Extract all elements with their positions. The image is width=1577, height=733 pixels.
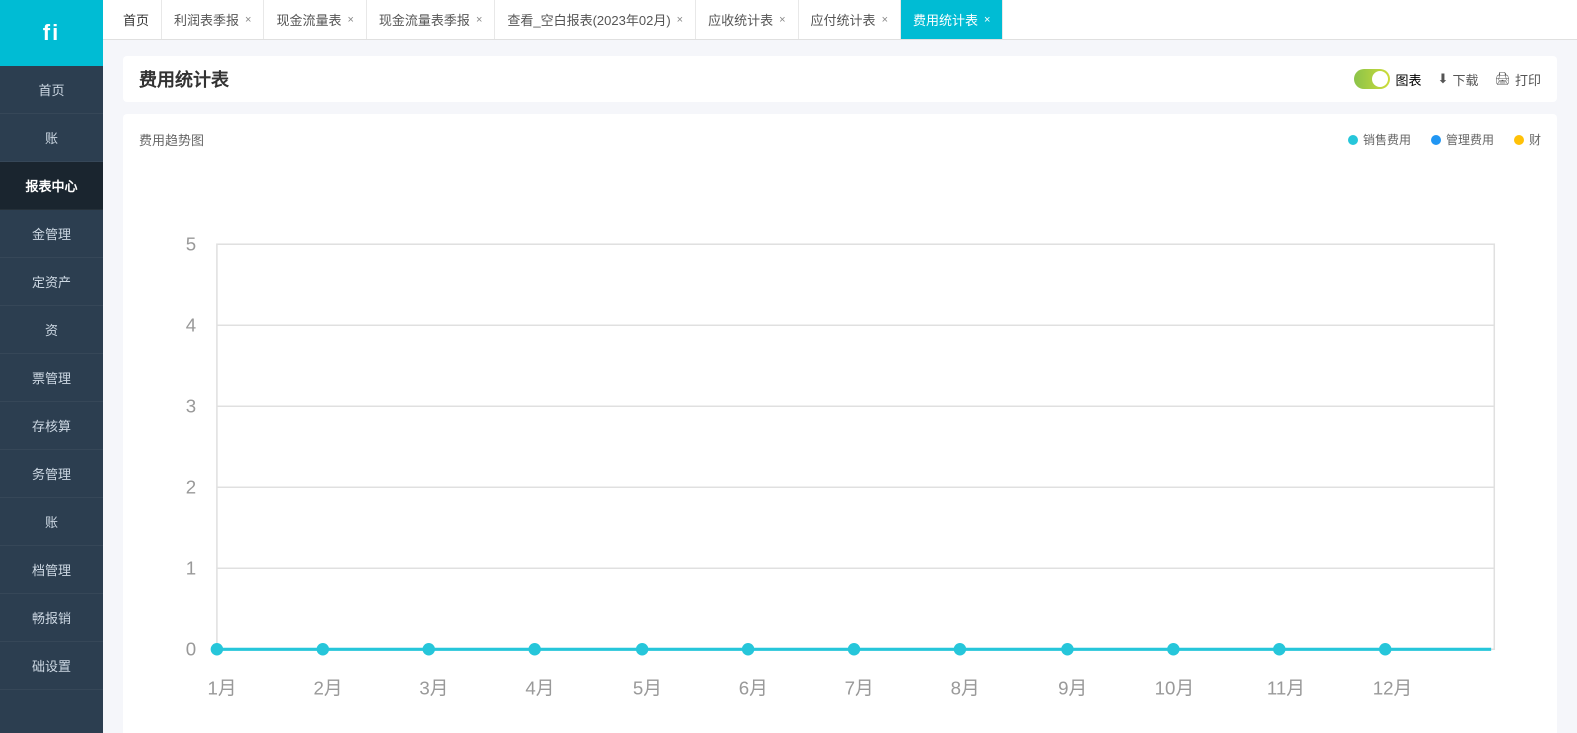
download-icon: ⬇	[1438, 71, 1449, 87]
sidebar-item-account[interactable]: 账	[0, 114, 103, 162]
close-tab-profit-quarterly[interactable]: ×	[245, 14, 251, 26]
svg-text:4月: 4月	[525, 677, 554, 698]
sidebar-item-books[interactable]: 账	[0, 498, 103, 546]
sidebar-item-inventory[interactable]: 存核算	[0, 402, 103, 450]
tab-blank-report[interactable]: 查看_空白报表(2023年02月) ×	[495, 0, 696, 40]
tab-cashflow-quarterly[interactable]: 现金流量表季报 ×	[367, 0, 495, 40]
svg-text:2月: 2月	[313, 677, 342, 698]
svg-text:12月: 12月	[1373, 677, 1412, 698]
svg-text:6月: 6月	[739, 677, 768, 698]
svg-text:3月: 3月	[419, 677, 448, 698]
legend-dot-sales	[1348, 135, 1358, 145]
header-actions: 图表 ⬇ 下载 🖨 打印	[1354, 69, 1541, 89]
chart-toggle-label: 图表	[1396, 70, 1422, 89]
svg-text:10月: 10月	[1155, 677, 1194, 698]
svg-text:8月: 8月	[951, 677, 980, 698]
sidebar-item-home[interactable]: 首页	[0, 66, 103, 114]
legend-sales: 销售费用	[1348, 131, 1411, 148]
chart-legend: 销售费用 管理费用 财	[1348, 131, 1541, 148]
svg-text:1月: 1月	[208, 677, 237, 698]
svg-text:4: 4	[186, 314, 196, 335]
close-tab-expense[interactable]: ×	[984, 14, 990, 26]
chart-title: 费用趋势图	[139, 130, 204, 149]
svg-text:1: 1	[186, 557, 196, 578]
page-title: 费用统计表	[139, 66, 229, 92]
close-tab-payable[interactable]: ×	[882, 14, 888, 26]
sidebar-item-cash[interactable]: 金管理	[0, 210, 103, 258]
download-label: 下载	[1452, 70, 1478, 89]
page-content: 费用统计表 图表 ⬇ 下载 🖨 打印 费用趋势图	[103, 40, 1577, 733]
legend-dot-finance	[1514, 135, 1524, 145]
sidebar-item-reports[interactable]: 报表中心	[0, 162, 103, 210]
main-content: 首页 利润表季报 × 现金流量表 × 现金流量表季报 × 查看_空白报表(202…	[103, 0, 1577, 733]
sidebar: fi 首页 账 报表中心 金管理 定资产 资 票管理 存核算 务管理 账 档管理…	[0, 0, 103, 733]
download-button[interactable]: ⬇ 下载	[1438, 70, 1479, 89]
sidebar-item-archive[interactable]: 档管理	[0, 546, 103, 594]
legend-dot-admin	[1431, 135, 1441, 145]
tab-home[interactable]: 首页	[111, 0, 162, 40]
sidebar-item-settings[interactable]: 础设置	[0, 642, 103, 690]
tab-receivable[interactable]: 应收统计表 ×	[696, 0, 798, 40]
print-icon: 🖨	[1494, 71, 1511, 87]
svg-text:11月: 11月	[1267, 677, 1305, 698]
svg-text:7月: 7月	[845, 677, 874, 698]
legend-label-admin: 管理费用	[1446, 131, 1494, 148]
chart-toggle-group: 图表	[1354, 69, 1422, 89]
sidebar-item-salary[interactable]: 资	[0, 306, 103, 354]
chart-header: 费用趋势图 销售费用 管理费用 财	[139, 130, 1541, 149]
sidebar-item-expense[interactable]: 畅报销	[0, 594, 103, 642]
chart-toggle[interactable]	[1354, 69, 1390, 89]
tab-profit-quarterly[interactable]: 利润表季报 ×	[162, 0, 264, 40]
close-tab-receivable[interactable]: ×	[779, 14, 785, 26]
svg-text:5: 5	[186, 233, 196, 254]
print-button[interactable]: 🖨 打印	[1494, 70, 1541, 89]
legend-label-finance: 财	[1529, 131, 1541, 148]
tab-expense[interactable]: 费用统计表 ×	[901, 0, 1003, 40]
sidebar-item-invoice[interactable]: 票管理	[0, 354, 103, 402]
svg-text:9月: 9月	[1058, 677, 1087, 698]
sidebar-logo: fi	[0, 0, 103, 66]
legend-admin: 管理费用	[1431, 131, 1494, 148]
tab-bar: 首页 利润表季报 × 现金流量表 × 现金流量表季报 × 查看_空白报表(202…	[103, 0, 1577, 40]
close-tab-blank-report[interactable]: ×	[677, 14, 683, 26]
sidebar-item-assets[interactable]: 定资产	[0, 258, 103, 306]
legend-finance: 财	[1514, 131, 1541, 148]
chart-container: 费用趋势图 销售费用 管理费用 财	[123, 114, 1557, 733]
tab-cashflow[interactable]: 现金流量表 ×	[264, 0, 366, 40]
page-header: 费用统计表 图表 ⬇ 下载 🖨 打印	[123, 56, 1557, 102]
tab-payable[interactable]: 应付统计表 ×	[799, 0, 901, 40]
print-label: 打印	[1515, 70, 1541, 89]
close-tab-cashflow-quarterly[interactable]: ×	[476, 14, 482, 26]
chart-svg: 0 1 2 3 4 5	[139, 157, 1541, 733]
legend-label-sales: 销售费用	[1363, 131, 1411, 148]
svg-text:3: 3	[186, 395, 196, 416]
close-tab-cashflow[interactable]: ×	[347, 14, 353, 26]
svg-text:0: 0	[186, 638, 196, 659]
chart-svg-wrapper: 0 1 2 3 4 5	[139, 157, 1541, 733]
sidebar-item-service[interactable]: 务管理	[0, 450, 103, 498]
svg-text:2: 2	[186, 476, 196, 497]
svg-text:5月: 5月	[633, 677, 662, 698]
